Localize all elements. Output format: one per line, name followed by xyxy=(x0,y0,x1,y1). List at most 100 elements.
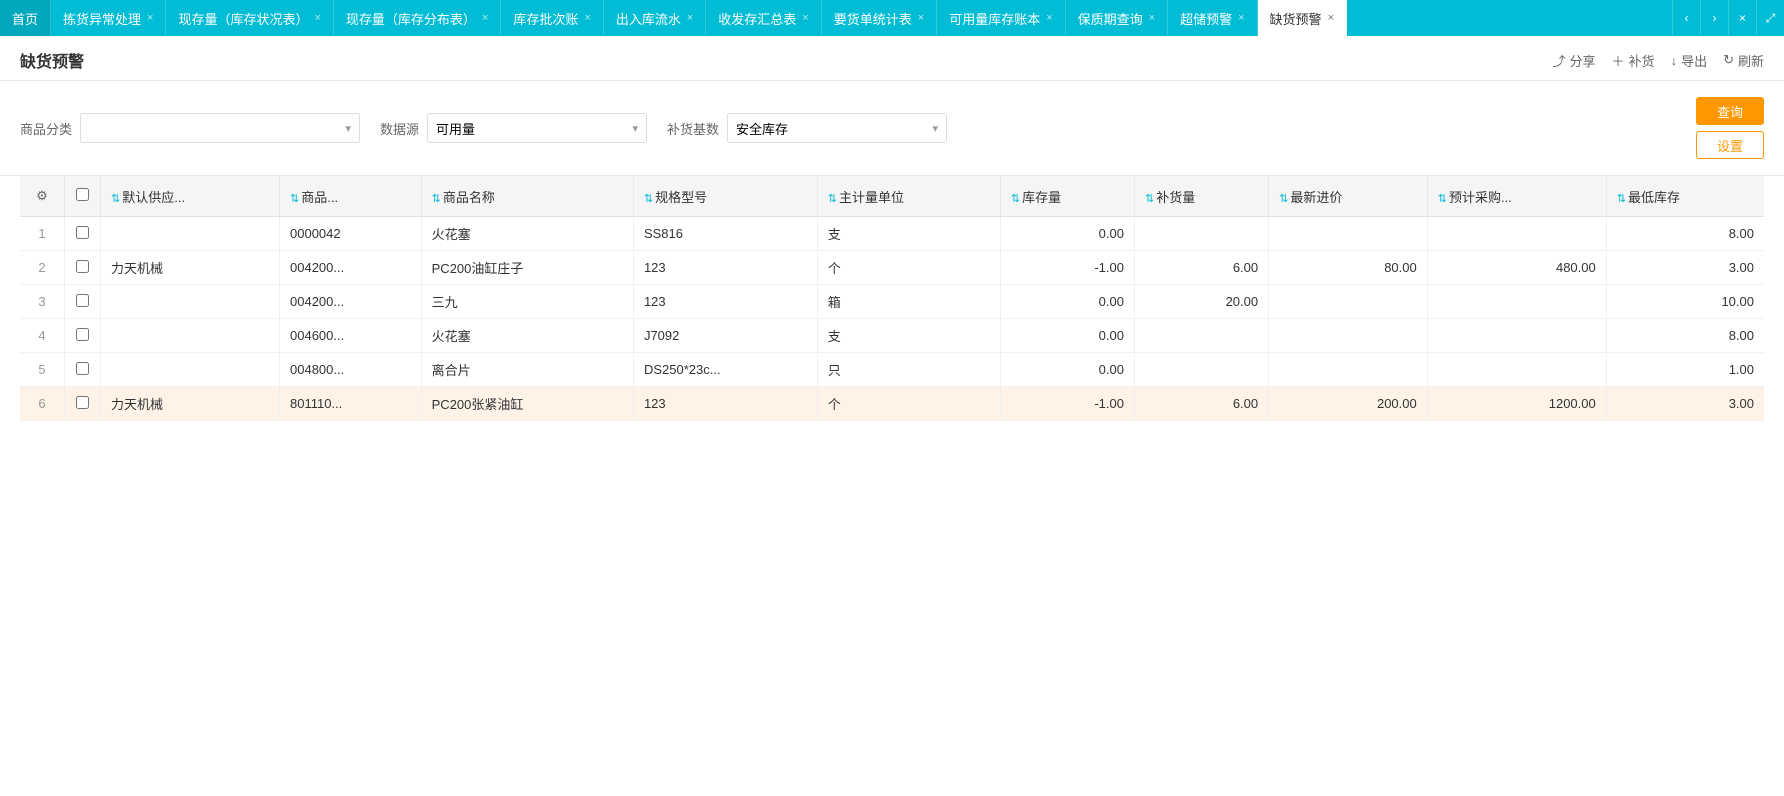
sort-icon-supplier[interactable]: ⇅ xyxy=(111,193,120,205)
close-tab-1-icon[interactable]: × xyxy=(147,12,153,24)
sort-icon-est_purchase[interactable]: ⇅ xyxy=(1438,193,1447,205)
row-checkbox-5[interactable] xyxy=(65,387,101,421)
nav-tab-9[interactable]: 保质期查询× xyxy=(1066,0,1168,36)
cell-spec-1: 123 xyxy=(633,251,817,285)
table-row: 3004200...三九123箱0.0020.0010.00 xyxy=(20,285,1764,319)
cell-spec-4: DS250*23c... xyxy=(633,353,817,387)
cell-spec-5: 123 xyxy=(633,387,817,421)
replenish-action[interactable]: ＋ 补货 xyxy=(1612,51,1655,70)
filter-actions: 查询 设置 xyxy=(1696,97,1764,159)
sort-icon-latest_price[interactable]: ⇅ xyxy=(1279,193,1288,205)
col-label-latest_price: 最新进价 xyxy=(1290,190,1342,205)
row-number-0: 1 xyxy=(20,217,65,251)
cell-replenish-0 xyxy=(1134,217,1268,251)
cell-latest_price-4 xyxy=(1269,353,1428,387)
nav-tab-2[interactable]: 现存量（库存状况表）× xyxy=(166,0,333,36)
close-tab-3-icon[interactable]: × xyxy=(482,12,488,24)
nav-tab-5[interactable]: 出入库流水× xyxy=(604,0,706,36)
export-action[interactable]: ↓ 导出 xyxy=(1671,51,1708,70)
nav-tab-10[interactable]: 超储预警× xyxy=(1168,0,1257,36)
close-tab-6-icon[interactable]: × xyxy=(802,12,808,24)
replenish-select[interactable]: 安全库存 ▾ xyxy=(727,113,947,143)
row-select-checkbox-4[interactable] xyxy=(76,362,89,375)
sort-icon-code[interactable]: ⇅ xyxy=(290,193,299,205)
sort-icon-unit[interactable]: ⇅ xyxy=(828,193,837,205)
top-navigation: 首页拣货异常处理×现存量（库存状况表）×现存量（库存分布表）×库存批次账×出入库… xyxy=(0,0,1784,36)
settings-button[interactable]: 设置 xyxy=(1696,131,1764,159)
nav-tab-4[interactable]: 库存批次账× xyxy=(501,0,603,36)
row-checkbox-0[interactable] xyxy=(65,217,101,251)
column-checkbox-header[interactable] xyxy=(65,176,101,217)
close-tab-11-icon[interactable]: × xyxy=(1328,12,1334,24)
nav-tab-1[interactable]: 拣货异常处理× xyxy=(51,0,166,36)
close-tab-9-icon[interactable]: × xyxy=(1149,12,1155,24)
col-label-code: 商品... xyxy=(301,190,338,205)
datasource-chevron-icon: ▾ xyxy=(633,122,639,135)
row-select-checkbox-0[interactable] xyxy=(76,226,89,239)
cell-spec-2: 123 xyxy=(633,285,817,319)
row-checkbox-3[interactable] xyxy=(65,319,101,353)
nav-tab-8[interactable]: 可用量库存账本× xyxy=(937,0,1065,36)
replenish-label: 补货基数 xyxy=(667,119,719,138)
cell-stock-0: 0.00 xyxy=(1000,217,1134,251)
row-select-checkbox-3[interactable] xyxy=(76,328,89,341)
cell-unit-4: 只 xyxy=(817,353,1000,387)
close-tab-10-icon[interactable]: × xyxy=(1238,12,1244,24)
close-tab-5-icon[interactable]: × xyxy=(687,12,693,24)
close-tab-2-icon[interactable]: × xyxy=(314,12,320,24)
nav-tab-3[interactable]: 现存量（库存分布表）× xyxy=(334,0,501,36)
share-action[interactable]: ⤴ 分享 xyxy=(1553,51,1596,70)
row-checkbox-1[interactable] xyxy=(65,251,101,285)
cell-latest_price-1: 80.00 xyxy=(1269,251,1428,285)
cell-spec-0: SS816 xyxy=(633,217,817,251)
close-tab-7-icon[interactable]: × xyxy=(918,12,924,24)
row-select-checkbox-1[interactable] xyxy=(76,260,89,273)
nav-arrows: ‹ › × ⤢ xyxy=(1672,0,1784,36)
nav-tab-7[interactable]: 要货单统计表× xyxy=(822,0,937,36)
row-number-5: 6 xyxy=(20,387,65,421)
close-tab-4-icon[interactable]: × xyxy=(584,12,590,24)
category-label: 商品分类 xyxy=(20,119,72,138)
close-tab-8-icon[interactable]: × xyxy=(1046,12,1052,24)
replenish-chevron-icon: ▾ xyxy=(933,122,939,135)
select-all-checkbox[interactable] xyxy=(76,188,89,201)
sort-icon-stock[interactable]: ⇅ xyxy=(1011,193,1020,205)
table-settings-gear-icon[interactable]: ⚙ xyxy=(30,184,54,208)
row-select-checkbox-5[interactable] xyxy=(76,396,89,409)
column-header-spec: ⇅规格型号 xyxy=(633,176,817,217)
nav-tab-0[interactable]: 首页 xyxy=(0,0,51,36)
cell-supplier-2 xyxy=(101,285,280,319)
sort-icon-replenish[interactable]: ⇅ xyxy=(1145,193,1154,205)
cell-code-0: 0000042 xyxy=(280,217,422,251)
refresh-action[interactable]: ↻ 刷新 xyxy=(1723,51,1764,70)
row-select-checkbox-2[interactable] xyxy=(76,294,89,307)
category-select[interactable]: ▾ xyxy=(80,113,360,143)
cell-unit-0: 支 xyxy=(817,217,1000,251)
row-checkbox-4[interactable] xyxy=(65,353,101,387)
nav-tab-11[interactable]: 缺货预警× xyxy=(1258,0,1347,36)
query-button[interactable]: 查询 xyxy=(1696,97,1764,125)
export-icon: ↓ xyxy=(1671,53,1678,68)
close-tab-button[interactable]: × xyxy=(1728,0,1756,36)
data-table: ⚙⇅默认供应...⇅商品...⇅商品名称⇅规格型号⇅主计量单位⇅库存量⇅补货量⇅… xyxy=(20,176,1764,421)
fullscreen-button[interactable]: ⤢ xyxy=(1756,0,1784,36)
table-row: 5004800...离合片DS250*23c...只0.001.00 xyxy=(20,353,1764,387)
cell-min_stock-0: 8.00 xyxy=(1606,217,1764,251)
refresh-icon: ↻ xyxy=(1723,52,1734,68)
sort-icon-spec[interactable]: ⇅ xyxy=(644,193,653,205)
scroll-right-button[interactable]: › xyxy=(1700,0,1728,36)
row-number-1: 2 xyxy=(20,251,65,285)
cell-stock-1: -1.00 xyxy=(1000,251,1134,285)
scroll-left-button[interactable]: ‹ xyxy=(1672,0,1700,36)
nav-tab-6[interactable]: 收发存汇总表× xyxy=(706,0,821,36)
table-row: 2力天机械004200...PC200油缸庄子123个-1.006.0080.0… xyxy=(20,251,1764,285)
cell-latest_price-3 xyxy=(1269,319,1428,353)
cell-supplier-4 xyxy=(101,353,280,387)
row-checkbox-2[interactable] xyxy=(65,285,101,319)
column-header-latest_price: ⇅最新进价 xyxy=(1269,176,1428,217)
cell-latest_price-0 xyxy=(1269,217,1428,251)
sort-icon-min_stock[interactable]: ⇅ xyxy=(1617,193,1626,205)
sort-icon-name[interactable]: ⇅ xyxy=(432,193,441,205)
cell-name-3: 火花塞 xyxy=(421,319,633,353)
datasource-select[interactable]: 可用量 ▾ xyxy=(427,113,647,143)
